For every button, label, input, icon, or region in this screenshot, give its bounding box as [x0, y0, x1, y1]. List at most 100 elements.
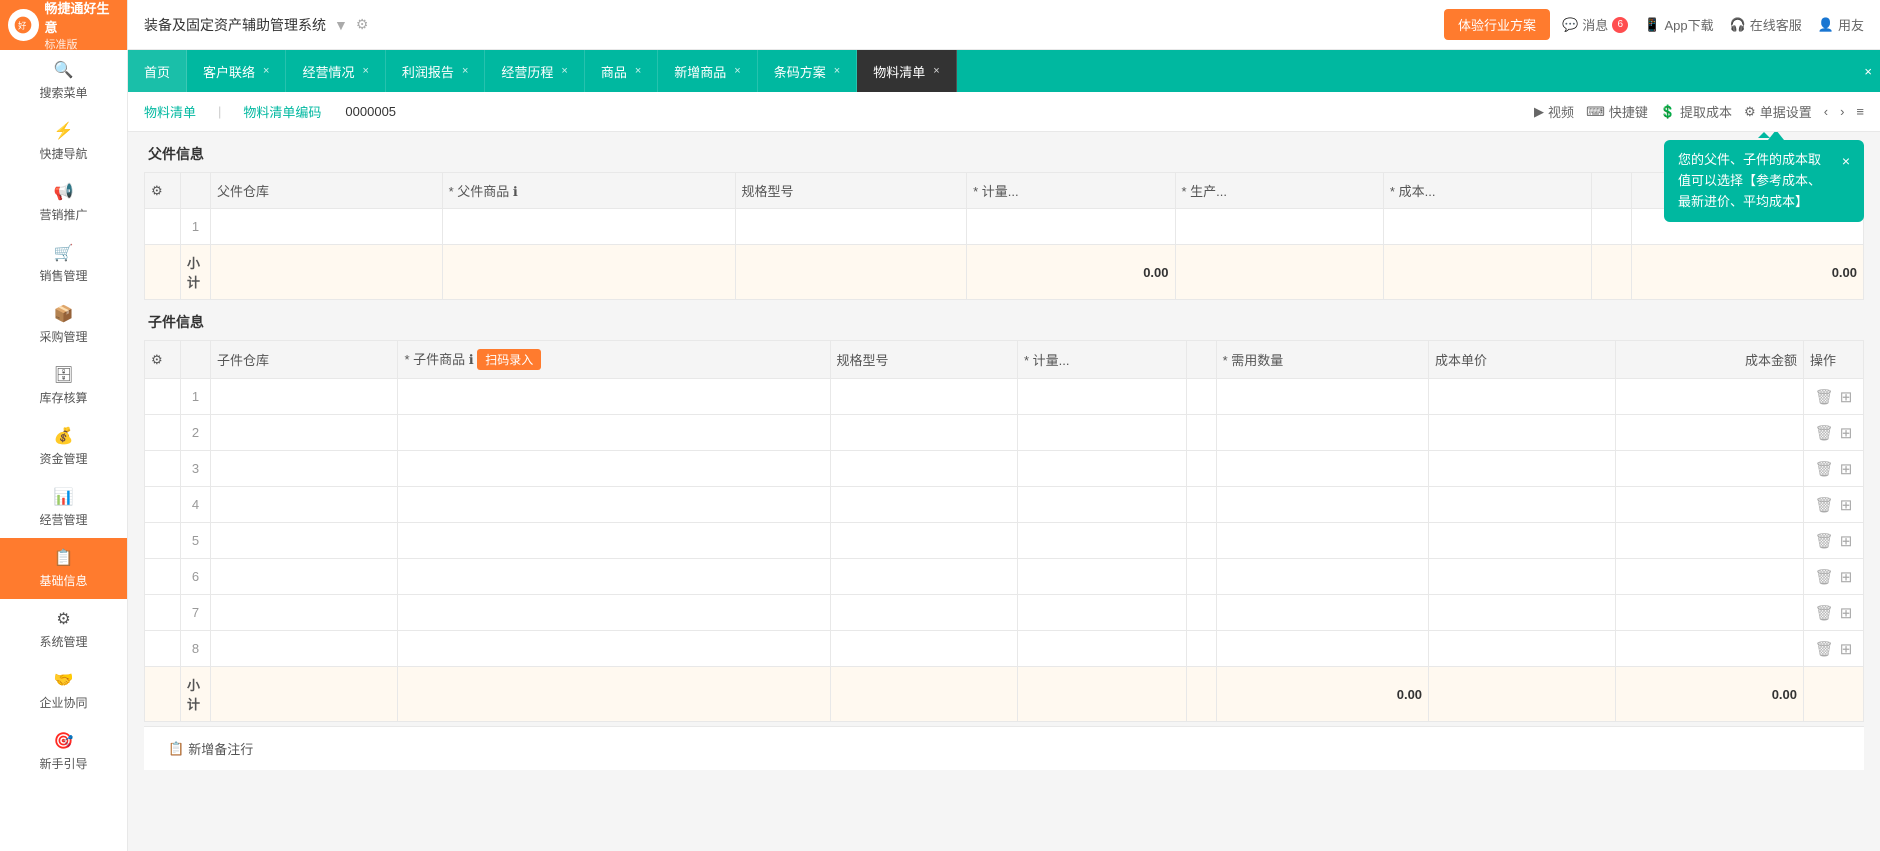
- tab-operations-close[interactable]: ×: [362, 65, 368, 77]
- child-cell-unitcost-6[interactable]: [1429, 559, 1616, 595]
- tabs-end[interactable]: ×: [1856, 64, 1880, 79]
- child-cell-goods-8[interactable]: [398, 631, 830, 667]
- delete-icon-4[interactable]: 🗑: [1815, 496, 1834, 514]
- child-cell-unit-2[interactable]: [1017, 415, 1186, 451]
- sidebar-item-purchase[interactable]: 📦 采购管理: [0, 294, 127, 355]
- user-action[interactable]: 👤 用友: [1818, 15, 1864, 34]
- copy-icon-7[interactable]: ⊞: [1840, 604, 1853, 622]
- child-cell-spec-2[interactable]: [830, 415, 1017, 451]
- sidebar-item-quick-nav[interactable]: ⚡ 快捷导航: [0, 111, 127, 172]
- tab-history[interactable]: 经营历程 ×: [485, 50, 584, 92]
- copy-icon-2[interactable]: ⊞: [1840, 424, 1853, 442]
- delete-icon-8[interactable]: 🗑: [1815, 640, 1834, 658]
- child-cell-spec-8[interactable]: [830, 631, 1017, 667]
- copy-icon-3[interactable]: ⊞: [1840, 460, 1853, 478]
- child-cell-spec-4[interactable]: [830, 487, 1017, 523]
- delete-icon-3[interactable]: 🗑: [1815, 460, 1834, 478]
- copy-icon-4[interactable]: ⊞: [1840, 496, 1853, 514]
- child-cell-unit-1[interactable]: [1017, 379, 1186, 415]
- tab-profit[interactable]: 利润报告 ×: [386, 50, 485, 92]
- delete-icon-6[interactable]: 🗑: [1815, 568, 1834, 586]
- child-cell-unit-8[interactable]: [1017, 631, 1186, 667]
- child-cell-goods-1[interactable]: [398, 379, 830, 415]
- child-cell-unit-7[interactable]: [1017, 595, 1186, 631]
- child-cell-spec-5[interactable]: [830, 523, 1017, 559]
- child-cell-warehouse-7[interactable]: [211, 595, 398, 631]
- child-cell-warehouse-4[interactable]: [211, 487, 398, 523]
- child-cell-goods-5[interactable]: [398, 523, 830, 559]
- sidebar-item-marketing[interactable]: 📢 营销推广: [0, 172, 127, 233]
- parent-cell-produce-1[interactable]: [1175, 209, 1383, 245]
- child-cell-quantity-5[interactable]: [1216, 523, 1428, 559]
- child-cell-spec-7[interactable]: [830, 595, 1017, 631]
- sidebar-item-search[interactable]: 🔍 搜索菜单: [0, 50, 127, 111]
- child-cell-goods-7[interactable]: [398, 595, 830, 631]
- child-cell-quantity-2[interactable]: [1216, 415, 1428, 451]
- cost-tool[interactable]: 💲 提取成本: [1660, 102, 1732, 121]
- tab-barcode[interactable]: 条码方案 ×: [758, 50, 857, 92]
- video-tool[interactable]: ▶ 视频: [1534, 102, 1574, 121]
- child-cell-spec-1[interactable]: [830, 379, 1017, 415]
- scan-button[interactable]: 扫码录入: [477, 349, 541, 370]
- child-cell-unit-5[interactable]: [1017, 523, 1186, 559]
- next-button[interactable]: ›: [1840, 104, 1844, 119]
- child-th-settings[interactable]: ⚙: [145, 341, 181, 379]
- child-cell-unitcost-3[interactable]: [1429, 451, 1616, 487]
- parent-cell-spec-1[interactable]: [735, 209, 967, 245]
- trial-button[interactable]: 体验行业方案: [1444, 9, 1550, 40]
- tab-barcode-close[interactable]: ×: [834, 65, 840, 77]
- parent-cell-goods-1[interactable]: [442, 209, 735, 245]
- tab-new-goods-close[interactable]: ×: [734, 65, 740, 77]
- tab-goods-close[interactable]: ×: [635, 65, 641, 77]
- child-cell-goods-3[interactable]: [398, 451, 830, 487]
- child-cell-unitcost-4[interactable]: [1429, 487, 1616, 523]
- tab-operations[interactable]: 经营情况 ×: [286, 50, 385, 92]
- delete-icon-1[interactable]: 🗑: [1815, 388, 1834, 406]
- tab-home[interactable]: 首页: [128, 50, 187, 92]
- child-cell-goods-2[interactable]: [398, 415, 830, 451]
- child-cell-unitcost-5[interactable]: [1429, 523, 1616, 559]
- child-cell-unit-3[interactable]: [1017, 451, 1186, 487]
- message-action[interactable]: 💬 消息 6: [1562, 15, 1628, 34]
- parent-cell-cost-1[interactable]: [1383, 209, 1591, 245]
- online-service-action[interactable]: 🎧 在线客服: [1730, 15, 1802, 34]
- child-cell-unitcost-8[interactable]: [1429, 631, 1616, 667]
- copy-icon-5[interactable]: ⊞: [1840, 532, 1853, 550]
- child-cell-spec-6[interactable]: [830, 559, 1017, 595]
- child-cell-warehouse-8[interactable]: [211, 631, 398, 667]
- child-cell-warehouse-3[interactable]: [211, 451, 398, 487]
- sidebar-item-system[interactable]: ⚙ 系统管理: [0, 599, 127, 660]
- prev-button[interactable]: ‹: [1824, 104, 1828, 119]
- tab-history-close[interactable]: ×: [561, 65, 567, 77]
- child-cell-warehouse-6[interactable]: [211, 559, 398, 595]
- parent-th-settings[interactable]: ⚙: [145, 173, 181, 209]
- list-button[interactable]: ≡: [1856, 104, 1864, 119]
- settings-icon[interactable]: ⚙: [356, 16, 369, 33]
- copy-icon-6[interactable]: ⊞: [1840, 568, 1853, 586]
- parent-cell-unit-1[interactable]: [967, 209, 1175, 245]
- child-cell-unit-6[interactable]: [1017, 559, 1186, 595]
- child-cell-unitcost-2[interactable]: [1429, 415, 1616, 451]
- sidebar-item-operations[interactable]: 📊 经营管理: [0, 477, 127, 538]
- child-cell-warehouse-2[interactable]: [211, 415, 398, 451]
- child-cell-unitcost-1[interactable]: [1429, 379, 1616, 415]
- tab-profit-close[interactable]: ×: [462, 65, 468, 77]
- tab-goods[interactable]: 商品 ×: [585, 50, 658, 92]
- child-cell-quantity-3[interactable]: [1216, 451, 1428, 487]
- delete-icon-2[interactable]: 🗑: [1815, 424, 1834, 442]
- delete-icon-7[interactable]: 🗑: [1815, 604, 1834, 622]
- tab-bom[interactable]: 物料清单 ×: [857, 50, 956, 92]
- child-cell-spec-3[interactable]: [830, 451, 1017, 487]
- child-cell-goods-6[interactable]: [398, 559, 830, 595]
- add-note-button[interactable]: 📋 新增备注行: [160, 735, 261, 762]
- copy-icon-8[interactable]: ⊞: [1840, 640, 1853, 658]
- child-cell-goods-4[interactable]: [398, 487, 830, 523]
- child-cell-quantity-1[interactable]: [1216, 379, 1428, 415]
- sidebar-item-basic-info[interactable]: 📋 基础信息: [0, 538, 127, 599]
- tab-bom-close[interactable]: ×: [933, 65, 939, 77]
- child-cell-quantity-6[interactable]: [1216, 559, 1428, 595]
- child-cell-quantity-7[interactable]: [1216, 595, 1428, 631]
- sidebar-item-finance[interactable]: 💰 资金管理: [0, 416, 127, 477]
- shortcut-tool[interactable]: ⌨ 快捷键: [1586, 102, 1648, 121]
- child-cell-quantity-4[interactable]: [1216, 487, 1428, 523]
